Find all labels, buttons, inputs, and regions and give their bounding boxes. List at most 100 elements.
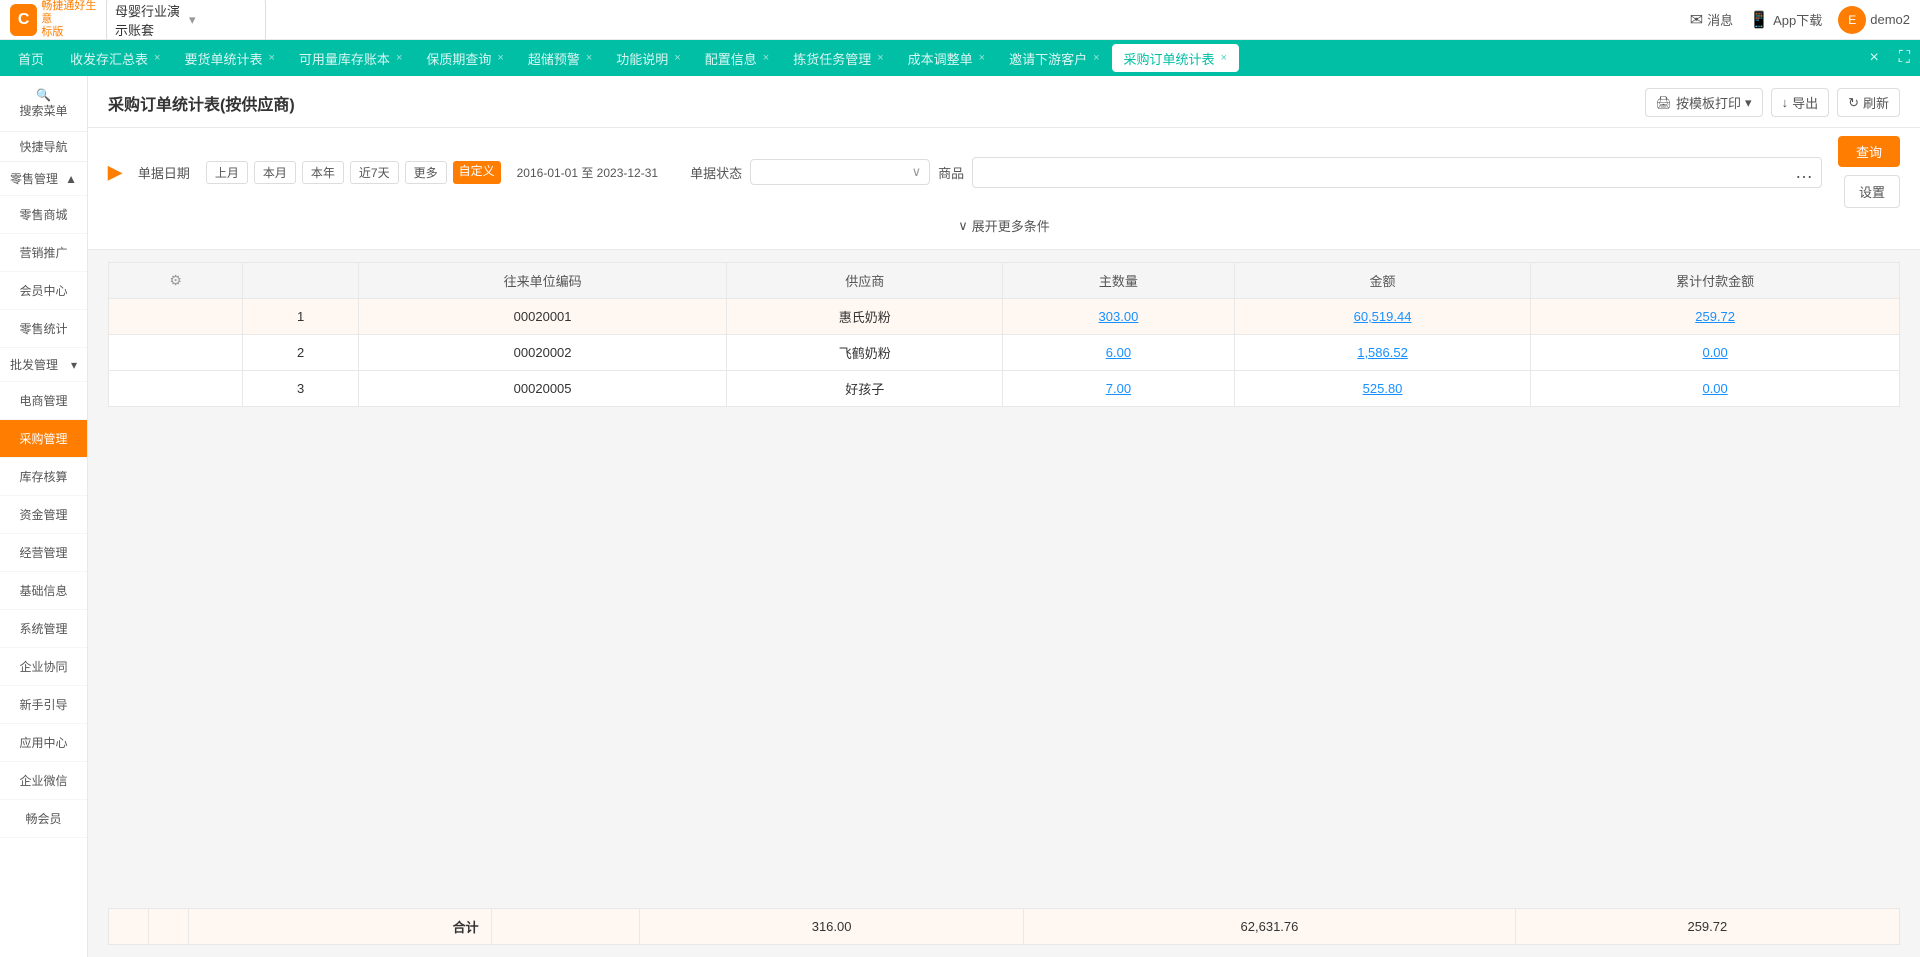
product-filter-label: 商品 xyxy=(938,163,964,182)
sidebar-item-system-mgmt[interactable]: 系统管理 xyxy=(0,610,87,648)
tab-expiry-query[interactable]: 保质期查询 × xyxy=(414,44,515,72)
sidebar-quick-nav-btn[interactable]: 快捷导航 xyxy=(0,132,87,162)
table-footer-area: 合计 316.00 62,631.76 259.72 xyxy=(88,908,1920,957)
print-button[interactable]: 🖨 按模板打印 ▾ xyxy=(1645,88,1763,117)
date-btn-last-7-days[interactable]: 近7天 xyxy=(350,161,399,184)
top-right-area: ✉ 消息 📱 App下载 E demo2 xyxy=(1690,6,1910,34)
col-code: 往来单位编码 xyxy=(358,263,727,299)
close-tab-available-stock[interactable]: × xyxy=(396,52,402,64)
close-tab-stocking-task[interactable]: × xyxy=(877,52,883,64)
footer-quantity: 316.00 xyxy=(639,909,1023,945)
settings-button[interactable]: 设置 xyxy=(1844,175,1900,208)
tab-cost-adjust[interactable]: 成本调整单 × xyxy=(896,44,997,72)
date-btn-this-month[interactable]: 本月 xyxy=(254,161,296,184)
sidebar-item-enterprise-wechat[interactable]: 企业微信 xyxy=(0,762,87,800)
app-download-btn[interactable]: 📱 App下载 xyxy=(1749,10,1822,30)
tab-requisition-summary[interactable]: 要货单统计表 × xyxy=(172,44,286,72)
col-supplier: 供应商 xyxy=(727,263,1003,299)
store-selector-arrow: ▾ xyxy=(189,12,257,28)
cell-amount[interactable]: 60,519.44 xyxy=(1234,299,1530,335)
date-range-text: 2016-01-01 至 2023-12-31 xyxy=(517,164,658,181)
close-tab-invite-downstream[interactable]: × xyxy=(1093,52,1099,64)
product-select[interactable]: … xyxy=(972,157,1822,188)
download-icon: 📱 xyxy=(1749,10,1769,30)
date-btn-this-year[interactable]: 本年 xyxy=(302,161,344,184)
tab-overstock-warning[interactable]: 超储预警 × xyxy=(516,44,604,72)
page-actions: 🖨 按模板打印 ▾ ↓ 导出 ↻ 刷新 xyxy=(1645,88,1901,117)
sidebar-item-marketing[interactable]: 营销推广 xyxy=(0,234,87,272)
page-header: 采购订单统计表(按供应商) 🖨 按模板打印 ▾ ↓ 导出 ↻ 刷新 xyxy=(88,76,1920,128)
col-settings[interactable]: ⚙ xyxy=(109,263,243,299)
sidebar-item-retail-mgmt[interactable]: 零售管理 ▲ xyxy=(0,162,87,196)
filter-toggle-btn[interactable]: ▶ xyxy=(108,162,122,183)
sidebar-item-wholesale-mgmt[interactable]: 批发管理 ▾ xyxy=(0,348,87,382)
sidebar-item-retail-stats[interactable]: 零售统计 xyxy=(0,310,87,348)
close-tab-function-desc[interactable]: × xyxy=(674,52,680,64)
tab-invite-downstream[interactable]: 邀请下游客户 × xyxy=(997,44,1111,72)
sidebar-item-enterprise-collab[interactable]: 企业协同 xyxy=(0,648,87,686)
cell-seq: 3 xyxy=(243,371,358,407)
store-selector[interactable]: 母婴行业演示账套 ▾ xyxy=(106,0,266,42)
expand-icon: ∨ xyxy=(958,218,968,234)
refresh-button[interactable]: ↻ 刷新 xyxy=(1837,88,1900,117)
cell-quantity[interactable]: 6.00 xyxy=(1003,335,1235,371)
sidebar-item-member[interactable]: 畅会员 xyxy=(0,800,87,838)
sidebar-item-capital-mgmt[interactable]: 资金管理 xyxy=(0,496,87,534)
footer-table: 合计 316.00 62,631.76 259.72 xyxy=(108,908,1900,945)
col-seq xyxy=(243,263,358,299)
date-custom-badge[interactable]: 自定义 xyxy=(453,161,501,184)
footer-label: 合计 xyxy=(189,909,492,945)
export-button[interactable]: ↓ 导出 xyxy=(1771,88,1830,117)
sidebar-item-member-center[interactable]: 会员中心 xyxy=(0,272,87,310)
cell-amount[interactable]: 1,586.52 xyxy=(1234,335,1530,371)
expand-more-btn[interactable]: ∨ 展开更多条件 xyxy=(108,210,1900,241)
close-tab-expiry-query[interactable]: × xyxy=(497,52,503,64)
date-quick-btns: 上月 本月 本年 近7天 更多 自定义 xyxy=(206,161,501,184)
sidebar-item-app-center[interactable]: 应用中心 xyxy=(0,724,87,762)
tab-function-desc[interactable]: 功能说明 × xyxy=(604,44,692,72)
message-btn[interactable]: ✉ 消息 xyxy=(1690,10,1733,30)
product-more-icon[interactable]: … xyxy=(1795,162,1813,183)
avatar: E xyxy=(1838,6,1866,34)
tab-purchase-summary[interactable]: 采购订单统计表 × xyxy=(1112,44,1239,72)
sidebar-item-purchase-mgmt[interactable]: 采购管理 xyxy=(0,420,87,458)
cell-paid[interactable]: 259.72 xyxy=(1531,299,1900,335)
tab-config-info[interactable]: 配置信息 × xyxy=(693,44,781,72)
sidebar-item-new-user-guide[interactable]: 新手引导 xyxy=(0,686,87,724)
col-paid: 累计付款金额 xyxy=(1531,263,1900,299)
print-icon: 🖨 xyxy=(1656,95,1673,111)
cell-quantity[interactable]: 7.00 xyxy=(1003,371,1235,407)
close-tab-cost-adjust[interactable]: × xyxy=(979,52,985,64)
close-tab-receive-summary[interactable]: × xyxy=(154,52,160,64)
sidebar-item-basic-info[interactable]: 基础信息 xyxy=(0,572,87,610)
nav-fullscreen-btn[interactable]: ⛶ xyxy=(1893,47,1916,69)
cell-amount[interactable]: 525.80 xyxy=(1234,371,1530,407)
col-amount: 金额 xyxy=(1234,263,1530,299)
query-button[interactable]: 查询 xyxy=(1838,136,1900,167)
date-btn-more[interactable]: 更多 xyxy=(405,161,447,184)
sidebar-item-operation-mgmt[interactable]: 经营管理 xyxy=(0,534,87,572)
cell-supplier: 好孩子 xyxy=(727,371,1003,407)
tab-receive-summary[interactable]: 收发存汇总表 × xyxy=(58,44,172,72)
close-tab-config-info[interactable]: × xyxy=(763,52,769,64)
date-btn-last-month[interactable]: 上月 xyxy=(206,161,248,184)
status-select-arrow: ∨ xyxy=(912,164,922,180)
sidebar-item-retail-store[interactable]: 零售商城 xyxy=(0,196,87,234)
sidebar-item-ecommerce-mgmt[interactable]: 电商管理 xyxy=(0,382,87,420)
cell-paid[interactable]: 0.00 xyxy=(1531,371,1900,407)
status-select[interactable]: ∨ xyxy=(750,159,930,185)
nav-close-btn[interactable]: × xyxy=(1863,47,1884,69)
close-tab-overstock-warning[interactable]: × xyxy=(586,52,592,64)
page-title: 采购订单统计表(按供应商) xyxy=(108,91,295,115)
logo-icon: C xyxy=(10,4,37,36)
cell-quantity[interactable]: 303.00 xyxy=(1003,299,1235,335)
tab-home[interactable]: 首页 xyxy=(4,44,58,72)
tab-available-stock[interactable]: 可用量库存账本 × xyxy=(287,44,414,72)
tab-stocking-task[interactable]: 拣货任务管理 × xyxy=(781,44,895,72)
close-tab-purchase-summary[interactable]: × xyxy=(1221,52,1227,64)
close-tab-requisition-summary[interactable]: × xyxy=(268,52,274,64)
sidebar-search-btn[interactable]: 🔍 搜索菜单 xyxy=(6,84,81,123)
user-avatar-area[interactable]: E demo2 xyxy=(1838,6,1910,34)
cell-paid[interactable]: 0.00 xyxy=(1531,335,1900,371)
sidebar-item-inventory-check[interactable]: 库存核算 xyxy=(0,458,87,496)
